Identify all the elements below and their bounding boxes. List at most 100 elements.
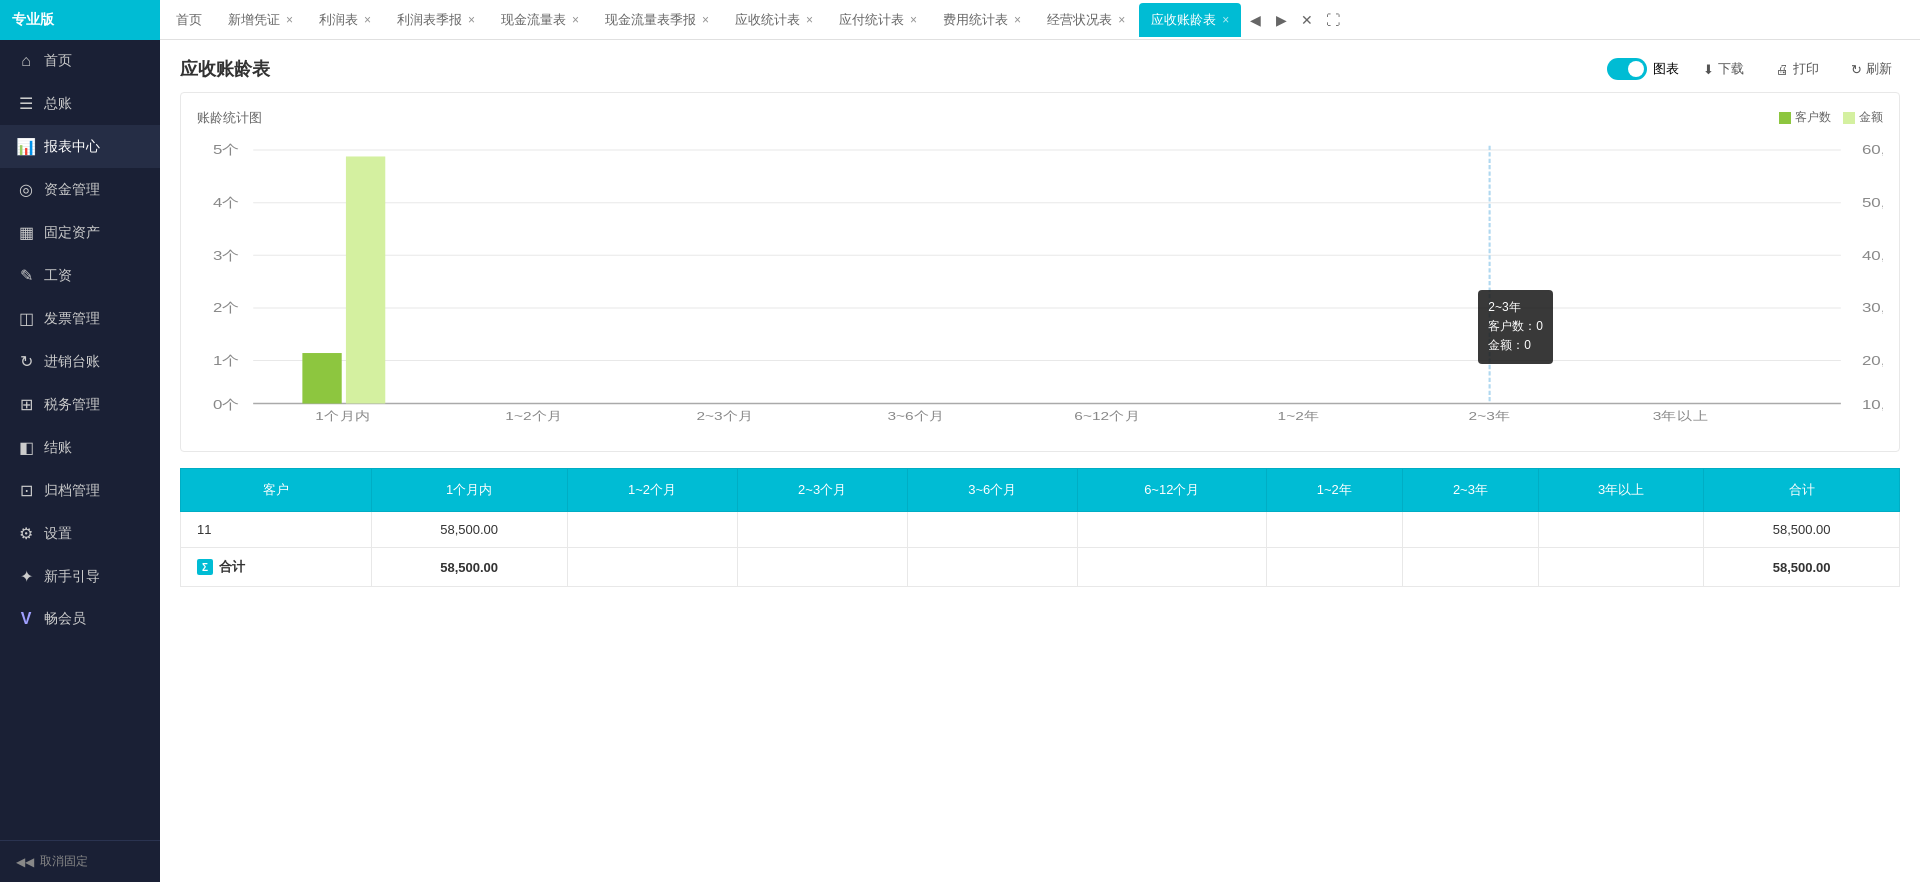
collapse-icon: ◀◀	[16, 855, 34, 869]
fund-icon: ◎	[16, 180, 36, 199]
tab-close-payable-stat[interactable]: ×	[910, 13, 917, 27]
sidebar-item-purchase[interactable]: ↻ 进销台账	[0, 340, 160, 383]
sidebar-item-home[interactable]: ⌂ 首页	[0, 40, 160, 82]
sidebar-item-guide[interactable]: ✦ 新手引导	[0, 555, 160, 598]
sidebar-item-label: 结账	[44, 439, 72, 457]
svg-text:1个月内: 1个月内	[315, 409, 371, 422]
chart-svg: 5个 4个 3个 2个 1个 0个 60,000.00元 50,000.00元 …	[197, 135, 1883, 425]
invoice-icon: ◫	[16, 309, 36, 328]
tab-home[interactable]: 首页	[164, 3, 214, 37]
tab-scroll-left[interactable]: ◀	[1243, 8, 1267, 32]
svg-text:1~2个月: 1~2个月	[505, 409, 563, 422]
cell-y3plus	[1538, 512, 1703, 548]
sidebar-collapse-btn[interactable]: ◀◀ 取消固定	[0, 840, 160, 882]
tab-cashflow-quarter[interactable]: 现金流量表季报 ×	[593, 3, 721, 37]
download-icon: ⬇	[1703, 62, 1714, 77]
page-title: 应收账龄表	[180, 57, 270, 81]
sidebar-item-vip[interactable]: V 畅会员	[0, 598, 160, 640]
tab-close-profit-quarter[interactable]: ×	[468, 13, 475, 27]
sidebar-item-tax[interactable]: ⊞ 税务管理	[0, 383, 160, 426]
cell-total-label: Σ 合计	[181, 548, 372, 587]
cell-customer: 11	[181, 512, 372, 548]
cell-m612	[1077, 512, 1266, 548]
sidebar-item-archive[interactable]: ⊡ 归档管理	[0, 469, 160, 512]
sidebar-item-fund[interactable]: ◎ 资金管理	[0, 168, 160, 211]
tab-close-cashflow-quarter[interactable]: ×	[702, 13, 709, 27]
svg-text:1~2年: 1~2年	[1278, 409, 1320, 422]
sidebar-item-fixed[interactable]: ▦ 固定资产	[0, 211, 160, 254]
tab-voucher[interactable]: 新增凭证 ×	[216, 3, 305, 37]
svg-text:10,000.00元: 10,000.00元	[1862, 397, 1883, 412]
cell-total-m1: 58,500.00	[371, 548, 567, 587]
sidebar-item-label: 设置	[44, 525, 72, 543]
tab-close-business-stat[interactable]: ×	[1118, 13, 1125, 27]
col-header-y23: 2~3年	[1402, 469, 1538, 512]
svg-text:30,000.00元: 30,000.00元	[1862, 300, 1883, 315]
download-button[interactable]: ⬇ 下载	[1695, 56, 1752, 82]
table-header-row: 客户 1个月内 1~2个月 2~3个月 3~6个月 6~12个月 1~2年 2~…	[181, 469, 1900, 512]
purchase-icon: ↻	[16, 352, 36, 371]
tab-profit-quarter[interactable]: 利润表季报 ×	[385, 3, 487, 37]
sidebar: 专业版 ⌂ 首页 ☰ 总账 📊 报表中心 ◎ 资金管理 ▦ 固定资产 ✎ 工资 …	[0, 0, 160, 882]
sidebar-item-label: 发票管理	[44, 310, 100, 328]
tab-close-all[interactable]: ✕	[1295, 8, 1319, 32]
svg-text:3个: 3个	[213, 248, 239, 263]
chart-title: 账龄统计图	[197, 109, 1883, 127]
tab-close-receivable-stat[interactable]: ×	[806, 13, 813, 27]
chart-toggle[interactable]	[1607, 58, 1647, 80]
print-icon: 🖨	[1776, 62, 1789, 77]
page-content: 应收账龄表 图表 ⬇ 下载 🖨 打印 ↻ 刷新	[160, 40, 1920, 882]
tab-close-cashflow[interactable]: ×	[572, 13, 579, 27]
sidebar-item-invoice[interactable]: ◫ 发票管理	[0, 297, 160, 340]
tab-cashflow[interactable]: 现金流量表 ×	[489, 3, 591, 37]
bar-amount-1	[346, 156, 385, 403]
tab-business-stat[interactable]: 经营状况表 ×	[1035, 3, 1137, 37]
tab-close-voucher[interactable]: ×	[286, 13, 293, 27]
col-header-y3plus: 3年以上	[1538, 469, 1703, 512]
sidebar-item-label: 总账	[44, 95, 72, 113]
cell-total-y23	[1402, 548, 1538, 587]
tab-payable-stat[interactable]: 应付统计表 ×	[827, 3, 929, 37]
legend-customers: 客户数	[1779, 109, 1831, 126]
cell-total-y3plus	[1538, 548, 1703, 587]
tax-icon: ⊞	[16, 395, 36, 414]
tab-expense-stat[interactable]: 费用统计表 ×	[931, 3, 1033, 37]
salary-icon: ✎	[16, 266, 36, 285]
cell-total-m612	[1077, 548, 1266, 587]
tab-profit[interactable]: 利润表 ×	[307, 3, 383, 37]
sidebar-item-settings[interactable]: ⚙ 设置	[0, 512, 160, 555]
chart-area: 账龄统计图 客户数 金额 5个 4个 3个 2个	[180, 92, 1900, 452]
svg-text:4个: 4个	[213, 195, 239, 210]
sidebar-item-ledger[interactable]: ☰ 总账	[0, 82, 160, 125]
refresh-button[interactable]: ↻ 刷新	[1843, 56, 1900, 82]
svg-text:3~6个月: 3~6个月	[888, 409, 946, 422]
page-header: 应收账龄表 图表 ⬇ 下载 🖨 打印 ↻ 刷新	[160, 40, 1920, 92]
print-button[interactable]: 🖨 打印	[1768, 56, 1827, 82]
sidebar-item-closing[interactable]: ◧ 结账	[0, 426, 160, 469]
tab-expand[interactable]: ⛶	[1321, 8, 1345, 32]
sidebar-item-salary[interactable]: ✎ 工资	[0, 254, 160, 297]
svg-text:6~12个月: 6~12个月	[1074, 409, 1140, 422]
archive-icon: ⊡	[16, 481, 36, 500]
tab-close-expense-stat[interactable]: ×	[1014, 13, 1021, 27]
bar-customers-1	[302, 353, 341, 403]
tab-aging[interactable]: 应收账龄表 ×	[1139, 3, 1241, 37]
col-header-m12: 1~2个月	[567, 469, 737, 512]
cell-y12	[1266, 512, 1402, 548]
cell-m1: 58,500.00	[371, 512, 567, 548]
cell-m12	[567, 512, 737, 548]
chart-toggle-wrap: 图表	[1607, 58, 1679, 80]
sidebar-item-label: 报表中心	[44, 138, 100, 156]
refresh-icon: ↻	[1851, 62, 1862, 77]
svg-text:40,000.00元: 40,000.00元	[1862, 248, 1883, 263]
svg-text:0个: 0个	[213, 397, 239, 412]
table-row: 11 58,500.00 58,500.00	[181, 512, 1900, 548]
legend-amount-color	[1843, 112, 1855, 124]
sidebar-item-report[interactable]: 📊 报表中心	[0, 125, 160, 168]
tab-scroll-right[interactable]: ▶	[1269, 8, 1293, 32]
tab-close-profit[interactable]: ×	[364, 13, 371, 27]
col-header-m612: 6~12个月	[1077, 469, 1266, 512]
col-header-m23: 2~3个月	[737, 469, 907, 512]
tab-receivable-stat[interactable]: 应收统计表 ×	[723, 3, 825, 37]
tab-close-aging[interactable]: ×	[1222, 13, 1229, 27]
